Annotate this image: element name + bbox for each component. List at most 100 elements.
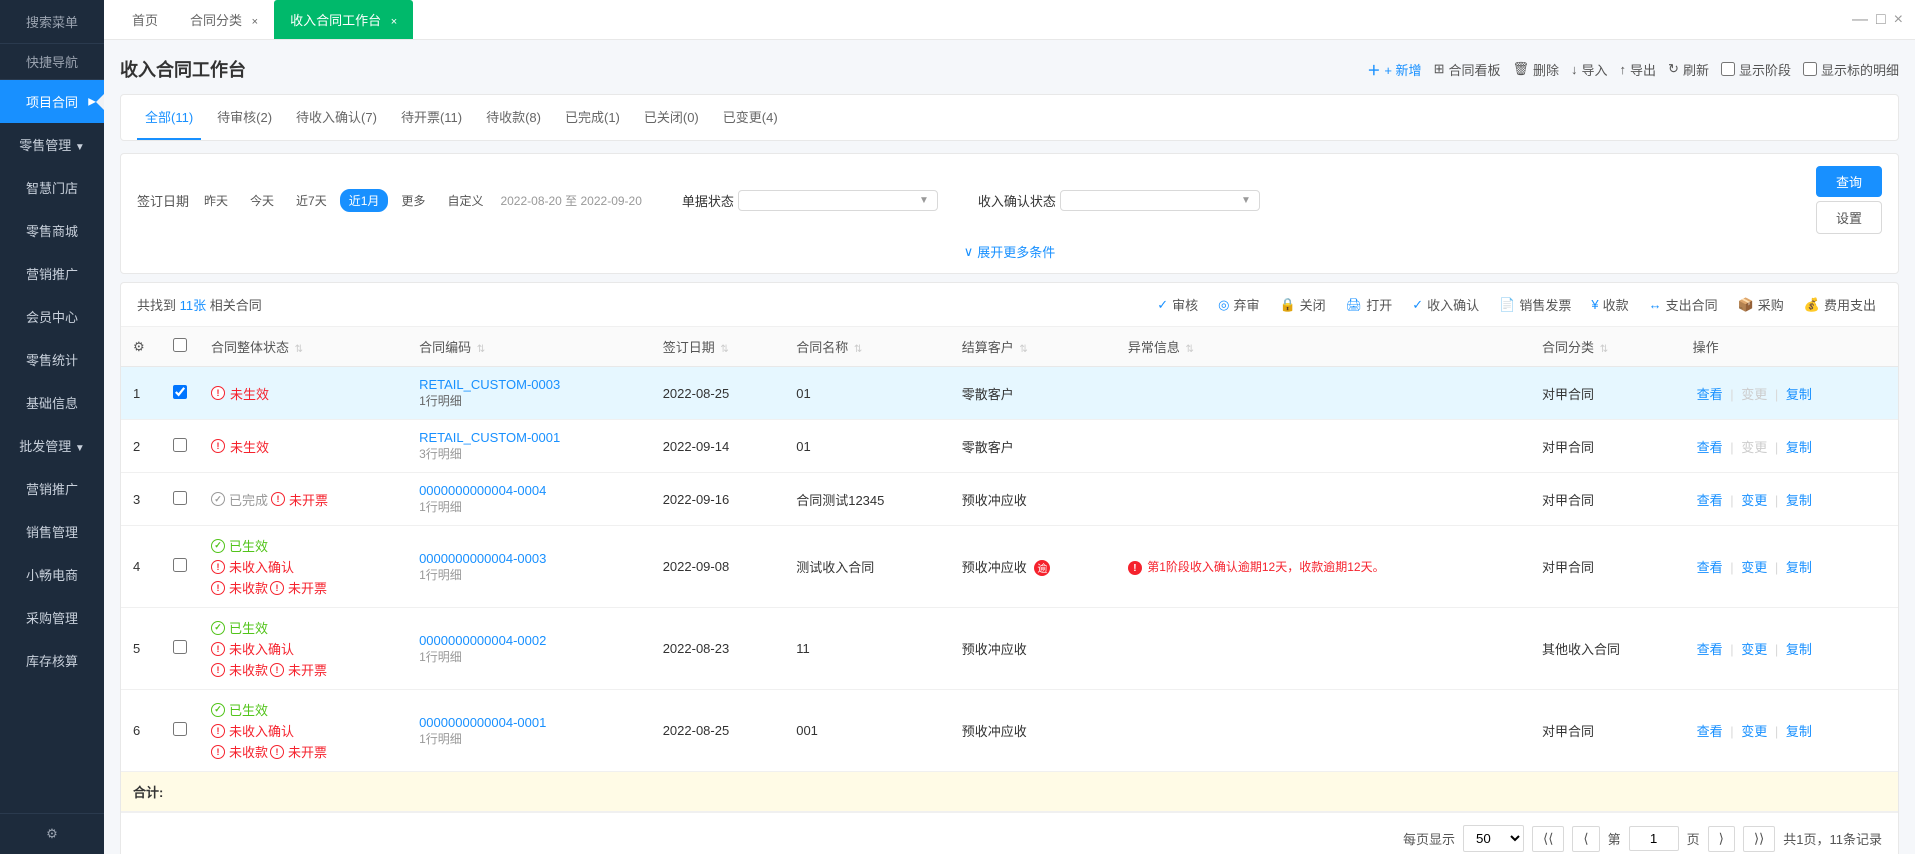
add-button[interactable]: ＋ + 新增 [1367, 60, 1421, 79]
sidebar-item-project[interactable]: 项目合同 ▶ [0, 80, 104, 123]
expand-conditions-button[interactable]: ∨ 展开更多条件 [964, 242, 1056, 261]
filter-tab-completed[interactable]: 已完成(1) [557, 95, 628, 140]
doc-status-select[interactable]: ▼ [738, 190, 938, 211]
filter-tab-closed[interactable]: 已关闭(0) [636, 95, 707, 140]
cell-checkbox[interactable] [161, 690, 199, 772]
per-page-select[interactable]: 50 100 [1463, 825, 1524, 852]
sidebar-search[interactable]: 搜索菜单 [0, 0, 104, 44]
contract-code-link[interactable]: 0000000000004-0002 [419, 633, 546, 648]
sidebar-item-marketing2[interactable]: 营销推广 [0, 467, 104, 510]
cell-checkbox[interactable] [161, 367, 199, 420]
settings-icon[interactable]: ⚙ [133, 339, 145, 354]
contract-code-link[interactable]: RETAIL_CUSTOM-0003 [419, 377, 560, 392]
date-btn-1month[interactable]: 近1月 [340, 189, 389, 212]
sidebar-item-marketing[interactable]: 营销推广 [0, 252, 104, 295]
tab-contract-category[interactable]: 合同分类 × [174, 0, 274, 39]
sidebar-item-basic-info[interactable]: 基础信息 [0, 381, 104, 424]
sidebar-item-retail-stats[interactable]: 零售统计 [0, 338, 104, 381]
filter-tab-changed[interactable]: 已变更(4) [715, 95, 786, 140]
row-checkbox[interactable] [173, 640, 187, 654]
filter-tab-pending-review[interactable]: 待审核(2) [209, 95, 280, 140]
change-btn[interactable]: 变更 [1737, 560, 1771, 575]
abandon-action-btn[interactable]: ◎ 弃审 [1212, 291, 1265, 318]
copy-btn[interactable]: 复制 [1782, 440, 1816, 455]
select-all-checkbox[interactable] [173, 338, 187, 352]
date-btn-yesterday[interactable]: 昨天 [195, 189, 237, 212]
view-btn[interactable]: 查看 [1693, 724, 1727, 739]
refresh-button[interactable]: ↻ 刷新 [1668, 60, 1709, 79]
copy-btn[interactable]: 复制 [1782, 642, 1816, 657]
delete-button[interactable]: 🗑 删除 [1512, 60, 1559, 79]
sidebar-item-ecommerce[interactable]: 小畅电商 [0, 553, 104, 596]
sidebar-item-sales[interactable]: 销售管理 [0, 510, 104, 553]
contract-board-button[interactable]: ⊞ 合同看板 [1434, 60, 1501, 79]
setting-button[interactable]: 设置 [1816, 201, 1882, 234]
tab-home[interactable]: 首页 [116, 0, 174, 39]
view-btn[interactable]: 查看 [1693, 560, 1727, 575]
row-checkbox[interactable] [173, 722, 187, 736]
col-sign-date[interactable]: 签订日期 ⇅ [651, 327, 785, 367]
cell-checkbox[interactable] [161, 473, 199, 526]
change-btn[interactable]: 变更 [1737, 493, 1771, 508]
col-name[interactable]: 合同名称 ⇅ [784, 327, 949, 367]
contract-code-link[interactable]: RETAIL_CUSTOM-0001 [419, 430, 560, 445]
row-checkbox[interactable] [173, 558, 187, 572]
date-btn-more[interactable]: 更多 [392, 189, 434, 212]
filter-tab-pending-payment[interactable]: 待收款(8) [478, 95, 549, 140]
change-btn[interactable]: 变更 [1737, 642, 1771, 657]
col-customer[interactable]: 结算客户 ⇅ [950, 327, 1116, 367]
copy-btn[interactable]: 复制 [1782, 387, 1816, 402]
table-scroll-area[interactable]: ⚙ 合同整体状态 ⇅ [121, 327, 1898, 812]
cell-checkbox[interactable] [161, 420, 199, 473]
tab-income-workbench[interactable]: 收入合同工作台 × [274, 0, 413, 39]
payment-action-btn[interactable]: ¥ 收款 [1585, 291, 1634, 318]
contract-code-link[interactable]: 0000000000004-0001 [419, 715, 546, 730]
date-btn-today[interactable]: 今天 [241, 189, 283, 212]
filter-tab-pending-invoice[interactable]: 待开票(11) [393, 95, 470, 140]
close-icon[interactable]: × [1894, 11, 1903, 29]
copy-btn[interactable]: 复制 [1782, 493, 1816, 508]
change-btn[interactable]: 变更 [1737, 387, 1771, 402]
purchase-action-btn[interactable]: 📦 采购 [1732, 291, 1790, 318]
col-status[interactable]: 合同整体状态 ⇅ [199, 327, 407, 367]
col-category[interactable]: 合同分类 ⇅ [1530, 327, 1681, 367]
change-btn[interactable]: 变更 [1737, 724, 1771, 739]
tab-close-contract-category[interactable]: × [252, 16, 258, 28]
row-checkbox[interactable] [173, 491, 187, 505]
maximize-icon[interactable]: □ [1876, 11, 1886, 29]
last-page-btn[interactable]: ⟩⟩ [1743, 826, 1775, 852]
view-btn[interactable]: 查看 [1693, 642, 1727, 657]
show-stage-checkbox[interactable] [1721, 62, 1735, 76]
sales-invoice-action-btn[interactable]: 📄 销售发票 [1493, 291, 1577, 318]
next-page-btn[interactable]: ⟩ [1708, 826, 1735, 852]
date-btn-custom[interactable]: 自定义 [438, 189, 492, 212]
sidebar-nav[interactable]: 快捷导航 [0, 44, 104, 80]
show-details-checkbox[interactable] [1803, 62, 1817, 76]
prev-page-btn[interactable]: ⟨ [1572, 826, 1599, 852]
col-code[interactable]: 合同编码 ⇅ [407, 327, 651, 367]
payout-action-btn[interactable]: ↔ 支出合同 [1643, 291, 1724, 318]
contract-code-link[interactable]: 0000000000004-0004 [419, 483, 546, 498]
expense-action-btn[interactable]: 💰 费用支出 [1798, 291, 1882, 318]
sidebar-settings[interactable]: ⚙ [0, 813, 104, 854]
row-checkbox[interactable] [173, 438, 187, 452]
date-btn-7days[interactable]: 近7天 [287, 189, 336, 212]
col-exception[interactable]: 异常信息 ⇅ [1116, 327, 1530, 367]
sidebar-item-smart-store[interactable]: 智慧门店 [0, 166, 104, 209]
copy-btn[interactable]: 复制 [1782, 560, 1816, 575]
sidebar-item-retail[interactable]: 零售管理 ▼ [0, 123, 104, 166]
import-button[interactable]: ↓ 导入 [1571, 60, 1608, 79]
view-btn[interactable]: 查看 [1693, 387, 1727, 402]
filter-tab-pending-income[interactable]: 待收入确认(7) [288, 95, 385, 140]
row-checkbox[interactable] [173, 385, 187, 399]
income-confirm-action-btn[interactable]: ✓ 收入确认 [1406, 291, 1485, 318]
print-action-btn[interactable]: 🖨 打开 [1340, 291, 1399, 318]
tab-close-income-workbench[interactable]: × [391, 16, 397, 28]
view-btn[interactable]: 查看 [1693, 493, 1727, 508]
cell-checkbox[interactable] [161, 608, 199, 690]
sidebar-item-inventory[interactable]: 库存核算 [0, 639, 104, 682]
sidebar-item-online-store[interactable]: 零售商城 [0, 209, 104, 252]
minimize-icon[interactable]: — [1852, 11, 1868, 29]
sidebar-item-purchase[interactable]: 采购管理 [0, 596, 104, 639]
income-confirm-select[interactable]: ▼ [1060, 190, 1260, 211]
